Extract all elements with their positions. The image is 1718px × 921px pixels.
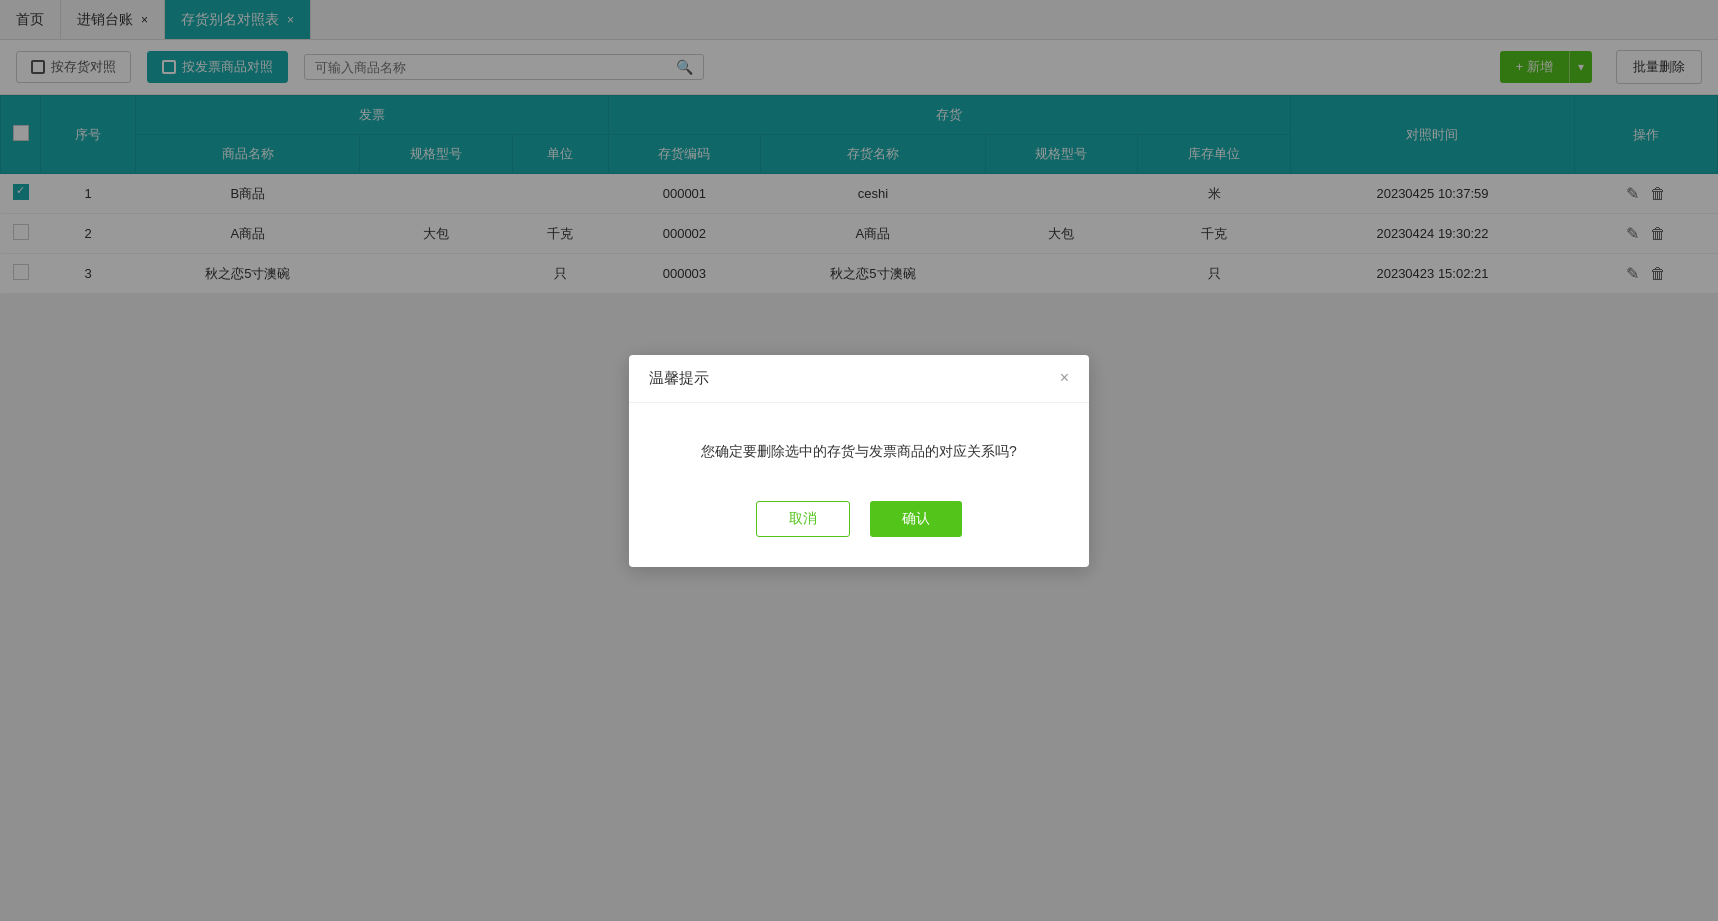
overlay: 温馨提示 × 您确定要删除选中的存货与发票商品的对应关系吗? 取消 确认 [0,0,1718,921]
modal-body: 您确定要删除选中的存货与发票商品的对应关系吗? [629,403,1089,481]
modal-title: 温馨提示 [649,369,709,388]
modal-dialog: 温馨提示 × 您确定要删除选中的存货与发票商品的对应关系吗? 取消 确认 [629,355,1089,567]
modal-cancel-button[interactable]: 取消 [756,501,850,537]
modal-close-button[interactable]: × [1060,370,1069,386]
modal-message: 您确定要删除选中的存货与发票商品的对应关系吗? [659,443,1059,461]
modal-header: 温馨提示 × [629,355,1089,403]
modal-confirm-button[interactable]: 确认 [870,501,962,537]
modal-footer: 取消 确认 [629,481,1089,567]
